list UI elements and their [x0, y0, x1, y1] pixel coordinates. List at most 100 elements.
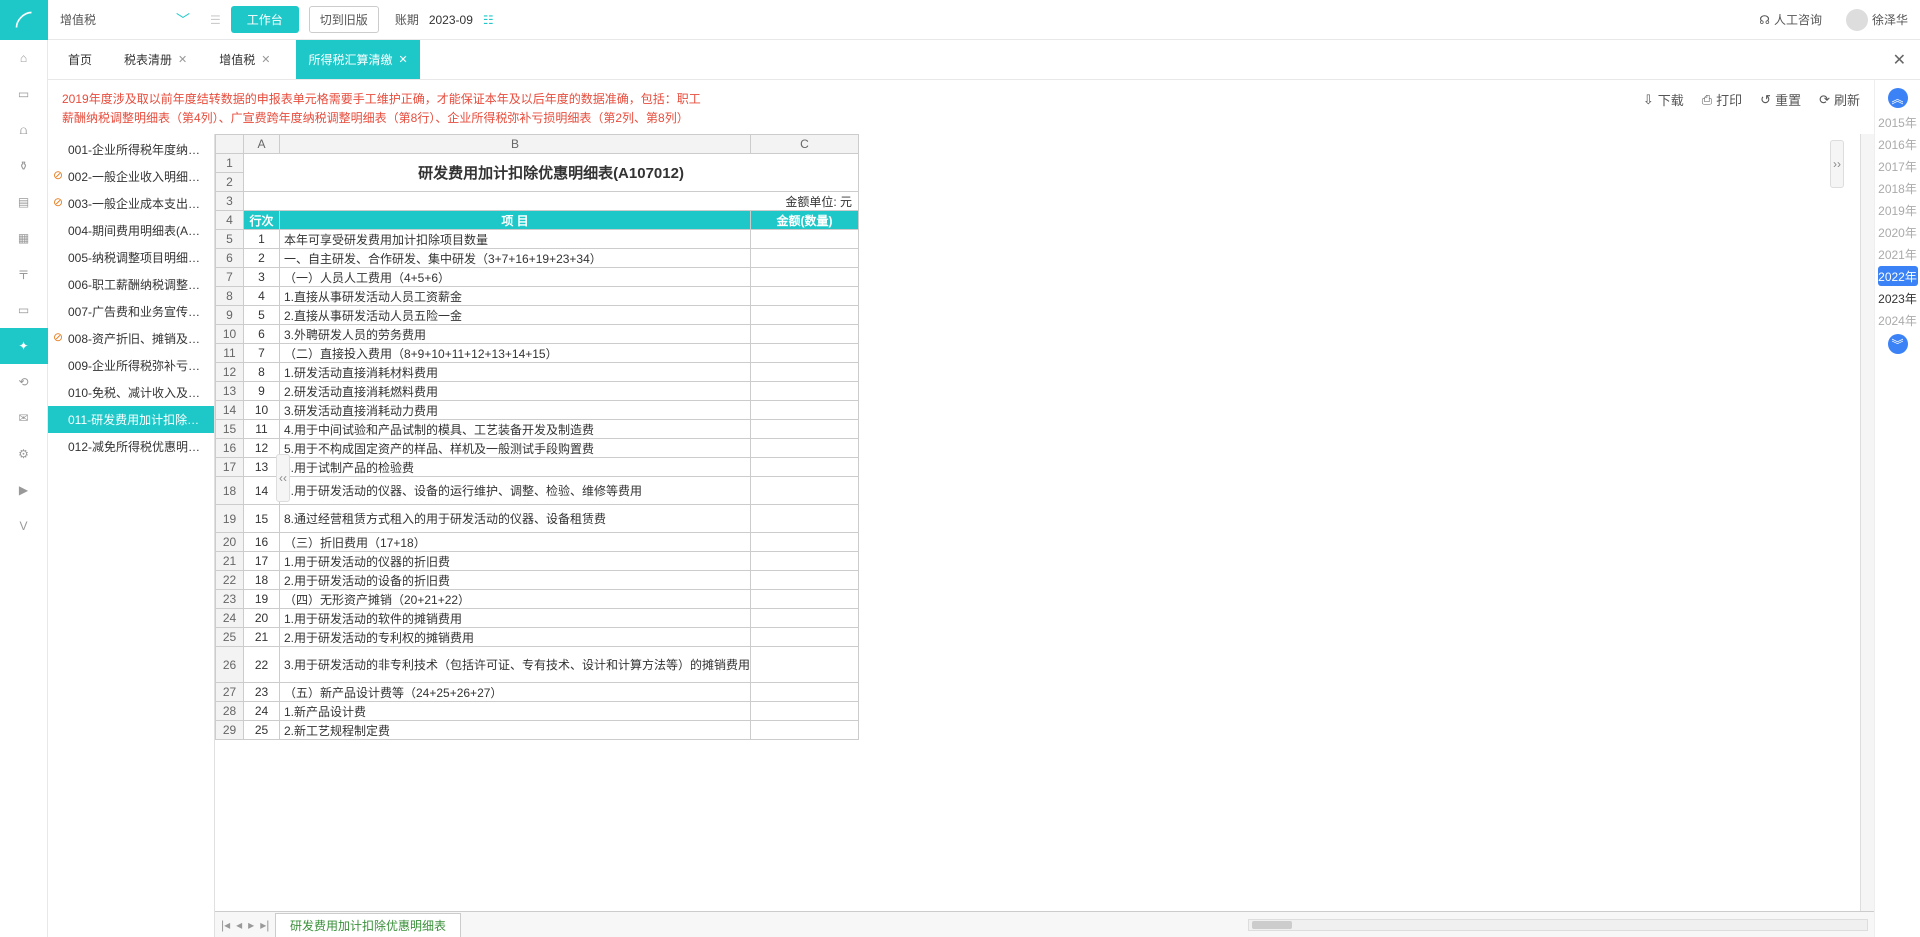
form-list-item[interactable]: 007-广告费和业务宣传费跨... — [48, 298, 214, 325]
year-option[interactable]: 2020年 — [1878, 222, 1918, 242]
tax-type-dropdown[interactable]: 增值税 ﹀ — [60, 10, 190, 30]
form-list-item[interactable]: 006-职工薪酬纳税调整明细... — [48, 271, 214, 298]
year-option[interactable]: 2016年 — [1878, 134, 1918, 154]
item-desc-cell[interactable]: 5.用于不构成固定资产的样品、样机及一般测试手段购置费 — [280, 439, 751, 458]
year-option[interactable]: 2018年 — [1878, 178, 1918, 198]
period-value[interactable]: 2023-09 — [429, 13, 473, 27]
amount-cell[interactable] — [751, 702, 859, 721]
item-desc-cell[interactable]: （二）直接投入费用（8+9+10+11+12+13+14+15） — [280, 344, 751, 363]
item-desc-cell[interactable]: 1.研发活动直接消耗材料费用 — [280, 363, 751, 382]
row-head[interactable]: 12 — [216, 363, 244, 382]
row-number-cell[interactable]: 12 — [244, 439, 280, 458]
sheet-nav-last-icon[interactable]: ▸| — [260, 918, 269, 932]
row-number-cell[interactable]: 23 — [244, 683, 280, 702]
nav-wallet-icon[interactable]: ▭ — [0, 76, 48, 112]
row-head[interactable]: 17 — [216, 458, 244, 477]
row-head[interactable]: 11 — [216, 344, 244, 363]
tab-home[interactable]: 首页 — [62, 40, 98, 79]
download-button[interactable]: ⇩下载 — [1643, 90, 1684, 109]
nav-bag-icon[interactable]: ⚱ — [0, 148, 48, 184]
row-number-cell[interactable]: 7 — [244, 344, 280, 363]
form-list-item[interactable]: 010-免税、减计收入及加计... — [48, 379, 214, 406]
sheet-grid[interactable]: ABC1研发费用加计扣除优惠明细表(A107012)23金额单位: 元4行次项 … — [215, 134, 1874, 911]
form-list-item[interactable]: 009-企业所得税弥补亏损明... — [48, 352, 214, 379]
row-number-cell[interactable]: 9 — [244, 382, 280, 401]
col-head[interactable]: B — [280, 135, 751, 154]
reset-button[interactable]: ↺重置 — [1760, 90, 1801, 109]
vertical-scrollbar[interactable] — [1860, 134, 1874, 911]
nav-tax-icon[interactable]: ✦ — [0, 328, 48, 364]
item-desc-cell[interactable]: 1.直接从事研发活动人员工资薪金 — [280, 287, 751, 306]
form-list-item[interactable]: 004-期间费用明细表(A1040... — [48, 217, 214, 244]
item-desc-cell[interactable]: 2.用于研发活动的设备的折旧费 — [280, 571, 751, 590]
item-desc-cell[interactable]: （一）人员人工费用（4+5+6） — [280, 268, 751, 287]
nav-settings-icon[interactable]: ⚙ — [0, 436, 48, 472]
row-head[interactable]: 13 — [216, 382, 244, 401]
row-head[interactable]: 15 — [216, 420, 244, 439]
tab-income-tax-settlement[interactable]: 所得税汇算清缴✕ — [296, 40, 419, 79]
expand-right-handle[interactable]: ›› — [1830, 140, 1844, 188]
close-all-icon[interactable]: ✕ — [1893, 50, 1906, 70]
year-scroll-down[interactable]: ︾ — [1888, 334, 1908, 354]
row-number-cell[interactable]: 6 — [244, 325, 280, 344]
amount-cell[interactable] — [751, 609, 859, 628]
item-desc-cell[interactable]: （五）新产品设计费等（24+25+26+27） — [280, 683, 751, 702]
amount-cell[interactable] — [751, 401, 859, 420]
amount-cell[interactable] — [751, 363, 859, 382]
row-number-cell[interactable]: 11 — [244, 420, 280, 439]
item-desc-cell[interactable]: 2.直接从事研发活动人员五险一金 — [280, 306, 751, 325]
row-number-cell[interactable]: 22 — [244, 647, 280, 683]
collapse-left-handle[interactable]: ‹‹ — [276, 454, 290, 502]
row-number-cell[interactable]: 20 — [244, 609, 280, 628]
item-desc-cell[interactable]: 8.通过经营租赁方式租入的用于研发活动的仪器、设备租赁费 — [280, 505, 751, 533]
row-head[interactable]: 1 — [216, 154, 244, 173]
amount-cell[interactable] — [751, 382, 859, 401]
item-desc-cell[interactable]: 3.外聘研发人员的劳务费用 — [280, 325, 751, 344]
row-head[interactable]: 5 — [216, 230, 244, 249]
amount-cell[interactable] — [751, 721, 859, 740]
row-head[interactable]: 18 — [216, 477, 244, 505]
row-number-cell[interactable]: 8 — [244, 363, 280, 382]
row-number-cell[interactable]: 13 — [244, 458, 280, 477]
row-number-cell[interactable]: 25 — [244, 721, 280, 740]
amount-cell[interactable] — [751, 249, 859, 268]
amount-cell[interactable] — [751, 552, 859, 571]
print-button[interactable]: ⎙打印 — [1702, 90, 1742, 109]
amount-cell[interactable] — [751, 458, 859, 477]
amount-cell[interactable] — [751, 287, 859, 306]
row-head[interactable]: 3 — [216, 192, 244, 211]
row-head[interactable]: 14 — [216, 401, 244, 420]
nav-recycle-icon[interactable]: ⟲ — [0, 364, 48, 400]
row-head[interactable]: 10 — [216, 325, 244, 344]
row-head[interactable]: 4 — [216, 211, 244, 230]
nav-inbox-icon[interactable]: ✉ — [0, 400, 48, 436]
amount-cell[interactable] — [751, 505, 859, 533]
amount-cell[interactable] — [751, 477, 859, 505]
row-head[interactable]: 21 — [216, 552, 244, 571]
amount-cell[interactable] — [751, 571, 859, 590]
row-head[interactable]: 7 — [216, 268, 244, 287]
row-head[interactable]: 24 — [216, 609, 244, 628]
amount-cell[interactable] — [751, 590, 859, 609]
year-option[interactable]: 2015年 — [1878, 112, 1918, 132]
row-head[interactable]: 6 — [216, 249, 244, 268]
row-number-cell[interactable]: 21 — [244, 628, 280, 647]
amount-cell[interactable] — [751, 344, 859, 363]
amount-cell[interactable] — [751, 647, 859, 683]
sheet-nav-next-icon[interactable]: ▸ — [248, 918, 254, 932]
nav-clipboard-icon[interactable]: ▤ — [0, 184, 48, 220]
row-head[interactable]: 20 — [216, 533, 244, 552]
switch-old-button[interactable]: 切到旧版 — [309, 6, 379, 33]
tab-vat[interactable]: 增值税✕ — [213, 40, 276, 79]
sheet-nav-prev-icon[interactable]: ◂ — [236, 918, 242, 932]
close-icon[interactable]: ✕ — [178, 53, 187, 66]
year-scroll-up[interactable]: ︽ — [1888, 88, 1908, 108]
row-number-cell[interactable]: 3 — [244, 268, 280, 287]
item-desc-cell[interactable]: 2.研发活动直接消耗燃料费用 — [280, 382, 751, 401]
nav-stamp-icon[interactable]: 〒 — [0, 256, 48, 292]
item-desc-cell[interactable]: 2.新工艺规程制定费 — [280, 721, 751, 740]
calendar-icon[interactable]: ☷ — [483, 13, 494, 27]
amount-cell[interactable] — [751, 628, 859, 647]
row-head[interactable]: 28 — [216, 702, 244, 721]
user-menu[interactable]: 徐泽华 — [1846, 9, 1908, 31]
